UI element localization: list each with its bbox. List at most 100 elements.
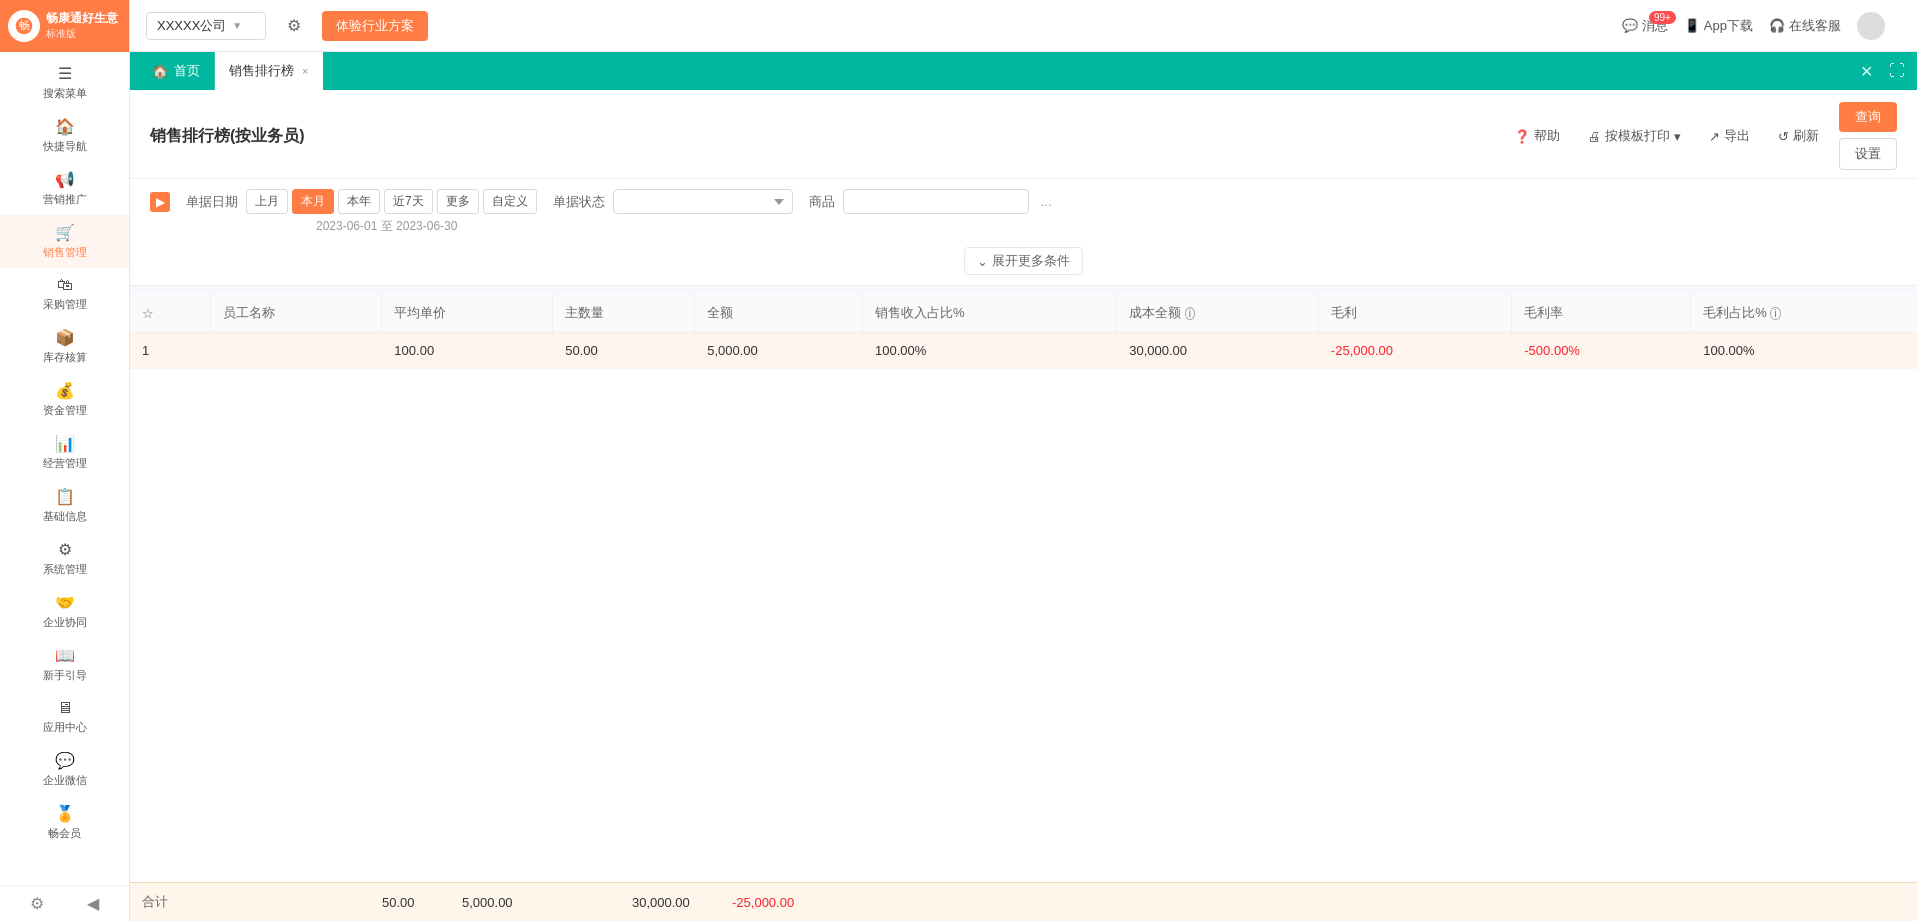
date-filter: 单据日期 上月 本月 本年 近7天 更多 自定义 [186,189,537,214]
trial-btn[interactable]: 体验行业方案 [322,11,428,41]
page-content: 销售排行榜(按业务员) ❓ 帮助 🖨 按模板打印 ▾ ↗ 导出 [130,90,1917,921]
tab-close-btn[interactable]: ✕ [1856,60,1877,83]
more-filters-btn[interactable]: ... [1037,194,1056,209]
tab-maximize-btn[interactable]: ⛶ [1885,60,1909,83]
sidebar-item-app-center[interactable]: 🖥 应用中心 [0,691,129,743]
finance-icon: 💰 [55,381,75,400]
messages-btn[interactable]: 💬 消息 99+ [1622,17,1668,35]
export-icon: ↗ [1709,129,1720,144]
company-name: XXXXX公司 [157,17,226,35]
sidebar-item-purchase[interactable]: 🛍 采购管理 [0,268,129,320]
sidebar-item-sales[interactable]: 🛒 销售管理 [0,215,129,268]
sidebar: 畅 畅康通好生意 标准版 ☰ 搜索菜单 🏠 快捷导航 📢 营销推广 🛒 销售管理… [0,0,130,921]
sidebar-item-basic[interactable]: 📋 基础信息 [0,479,129,532]
sidebar-nav: ☰ 搜索菜单 🏠 快捷导航 📢 营销推广 🛒 销售管理 🛍 采购管理 📦 库存核… [0,52,129,885]
help-icon: ❓ [1514,129,1530,144]
refresh-icon: ↺ [1778,129,1789,144]
topbar-settings-btn[interactable]: ⚙ [278,10,310,42]
sidebar-item-cooperation[interactable]: 🤝 企业协同 [0,585,129,638]
this-month-btn[interactable]: 本月 [292,189,334,214]
sidebar-item-enterprise-wechat[interactable]: 💬 企业微信 [0,743,129,796]
basic-icon: 📋 [55,487,75,506]
sidebar-item-inventory[interactable]: 📦 库存核算 [0,320,129,373]
company-selector[interactable]: XXXXX公司 ▼ [146,12,266,40]
date-filter-label: 单据日期 [186,193,238,211]
guide-icon: 📖 [55,646,75,665]
sidebar-item-marketing[interactable]: 📢 营销推广 [0,162,129,215]
download-icon: 📱 [1684,18,1700,33]
cooperation-icon: 🤝 [55,593,75,612]
headset-icon: 🎧 [1769,18,1785,33]
table-row: 1 100.00 50.00 5,000.00 100.00% 30,000.0… [130,333,1917,369]
export-btn[interactable]: ↗ 导出 [1701,123,1758,149]
member-icon: 🏅 [55,804,75,823]
main-content: XXXXX公司 ▼ ⚙ 体验行业方案 💬 消息 99+ 📱 App下载 🎧 在线… [130,0,1917,921]
expand-more-btn[interactable]: ⌄ 展开更多条件 [964,247,1083,275]
sidebar-item-finance[interactable]: 💰 资金管理 [0,373,129,426]
sidebar-logo: 畅 畅康通好生意 标准版 [0,0,129,52]
goods-input[interactable] [843,189,1029,214]
this-year-btn[interactable]: 本年 [338,189,380,214]
cell-gross-rate: -500.00% [1512,333,1691,369]
col-amount: 全额 [695,294,863,333]
date-range-text: 2023-06-01 至 2023-06-30 [316,218,457,235]
sidebar-item-system[interactable]: ⚙ 系统管理 [0,532,129,585]
col-name: 员工名称 [211,294,382,333]
logo-sub: 标准版 [46,27,118,41]
cell-avg-price: 100.00 [382,333,553,369]
col-avg-price: 平均单价 [382,294,553,333]
tab-home-label: 首页 [174,62,200,80]
tab-sales-ranking[interactable]: 销售排行榜 × [215,52,323,90]
sidebar-item-quick-nav[interactable]: 🏠 快捷导航 [0,109,129,162]
col-gross: 毛利 [1318,294,1511,333]
cell-cost: 30,000.00 [1117,333,1319,369]
help-btn[interactable]: ❓ 帮助 [1506,123,1568,149]
custom-date-btn[interactable]: 自定义 [483,189,537,214]
footer-gross: -25,000.00 [732,895,812,910]
settings-footer-btn[interactable]: ⚙ [30,894,44,913]
close-icon[interactable]: × [302,65,308,77]
col-sales-ratio: 销售收入占比% [863,294,1117,333]
sidebar-item-guide[interactable]: 📖 新手引导 [0,638,129,691]
more-date-btn[interactable]: 更多 [437,189,479,214]
system-icon: ⚙ [58,540,72,559]
status-select[interactable] [613,189,793,214]
status-filter: 单据状态 [553,189,793,214]
cell-rank: 1 [130,333,211,369]
sidebar-item-operation[interactable]: 📊 经营管理 [0,426,129,479]
svg-text:畅: 畅 [19,19,30,31]
tabbar-actions: ✕ ⛶ [1856,60,1909,83]
app-center-icon: 🖥 [57,699,73,717]
footer-quantity: 50.00 [382,895,462,910]
logo-name: 畅康通好生意 [46,11,118,27]
purchase-icon: 🛍 [57,276,73,294]
prev-month-btn[interactable]: 上月 [246,189,288,214]
query-btn[interactable]: 查询 [1839,102,1897,132]
user-avatar[interactable] [1857,12,1885,40]
tabbar: 🏠 首页 销售排行榜 × ✕ ⛶ [130,52,1917,90]
refresh-btn[interactable]: ↺ 刷新 [1770,123,1827,149]
inventory-icon: 📦 [55,328,75,347]
sidebar-item-search-orders[interactable]: ☰ 搜索菜单 [0,56,129,109]
settings-btn[interactable]: 设置 [1839,138,1897,170]
cell-quantity: 50.00 [553,333,695,369]
tab-home[interactable]: 🏠 首页 [138,52,215,90]
footer-total-label: 合计 [142,893,382,911]
template-print-btn[interactable]: 🖨 按模板打印 ▾ [1580,123,1689,149]
tab-sales-ranking-label: 销售排行榜 [229,62,294,80]
collapse-btn[interactable]: ◀ [87,894,99,913]
messages-badge: 99+ [1649,11,1676,24]
filter-collapse-btn[interactable]: ▶ [150,192,170,212]
logo-icon: 畅 [8,10,40,42]
enterprise-wechat-icon: 💬 [55,751,75,770]
online-service-btn[interactable]: 🎧 在线客服 [1769,17,1841,35]
message-icon: 💬 [1622,18,1638,33]
marketing-icon: 📢 [55,170,75,189]
goods-filter-label: 商品 [809,193,835,211]
search-orders-icon: ☰ [58,64,72,83]
sidebar-item-member[interactable]: 🏅 畅会员 [0,796,129,849]
sidebar-footer: ⚙ ◀ [0,885,129,921]
last7days-btn[interactable]: 近7天 [384,189,433,214]
topbar: XXXXX公司 ▼ ⚙ 体验行业方案 💬 消息 99+ 📱 App下载 🎧 在线… [130,0,1917,52]
app-download-btn[interactable]: 📱 App下载 [1684,17,1753,35]
